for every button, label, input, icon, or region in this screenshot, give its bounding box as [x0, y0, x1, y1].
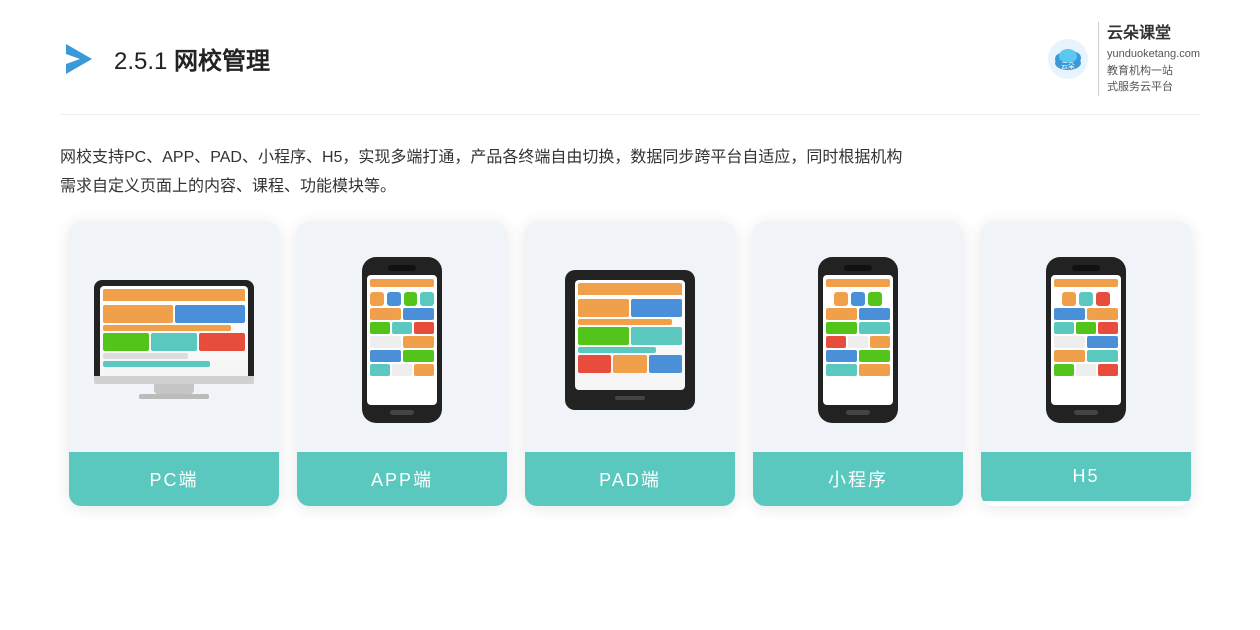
card-miniapp: 小程序 — [753, 222, 963, 506]
header-left: 2.5.1 网校管理 — [60, 40, 270, 78]
card-app-label: APP端 — [297, 452, 507, 506]
card-app: APP端 — [297, 222, 507, 506]
brand-text: 云朵课堂 yunduoketang.com 教育机构一站 式服务云平台 — [1098, 22, 1200, 96]
logo-arrow-icon — [60, 40, 98, 78]
description-text: 网校支持PC、APP、PAD、小程序、H5，实现多端打通，产品各终端自由切换，数… — [60, 143, 1200, 202]
card-miniapp-image — [753, 222, 963, 452]
card-app-image — [297, 222, 507, 452]
device-phone-h5 — [1046, 257, 1126, 423]
brand-cloud-icon: 云朵 — [1046, 37, 1090, 81]
device-phone-app — [362, 257, 442, 423]
card-pad-label: PAD端 — [525, 452, 735, 506]
card-pc-label: PC端 — [69, 452, 279, 506]
device-phone-miniapp — [818, 257, 898, 423]
cards-container: PC端 — [60, 222, 1200, 506]
device-pc — [94, 280, 254, 399]
card-pad-image — [525, 222, 735, 452]
card-pad: PAD端 — [525, 222, 735, 506]
card-h5: H5 — [981, 222, 1191, 506]
brand-logo: 云朵 云朵课堂 yunduoketang.com 教育机构一站 式服务云平台 — [1046, 22, 1200, 96]
card-pc-image — [69, 222, 279, 452]
header-right: 云朵 云朵课堂 yunduoketang.com 教育机构一站 式服务云平台 — [1046, 22, 1200, 96]
page-title: 2.5.1 网校管理 — [114, 41, 270, 76]
header: 2.5.1 网校管理 云朵 云朵课堂 yunduoketang.com 教育机构… — [60, 0, 1200, 115]
card-pc: PC端 — [69, 222, 279, 506]
card-miniapp-label: 小程序 — [753, 452, 963, 506]
device-pad — [565, 270, 695, 410]
svg-text:云朵: 云朵 — [1061, 62, 1075, 70]
page: 2.5.1 网校管理 云朵 云朵课堂 yunduoketang.com 教育机构… — [0, 0, 1260, 630]
card-h5-label: H5 — [981, 452, 1191, 501]
card-h5-image — [981, 222, 1191, 452]
